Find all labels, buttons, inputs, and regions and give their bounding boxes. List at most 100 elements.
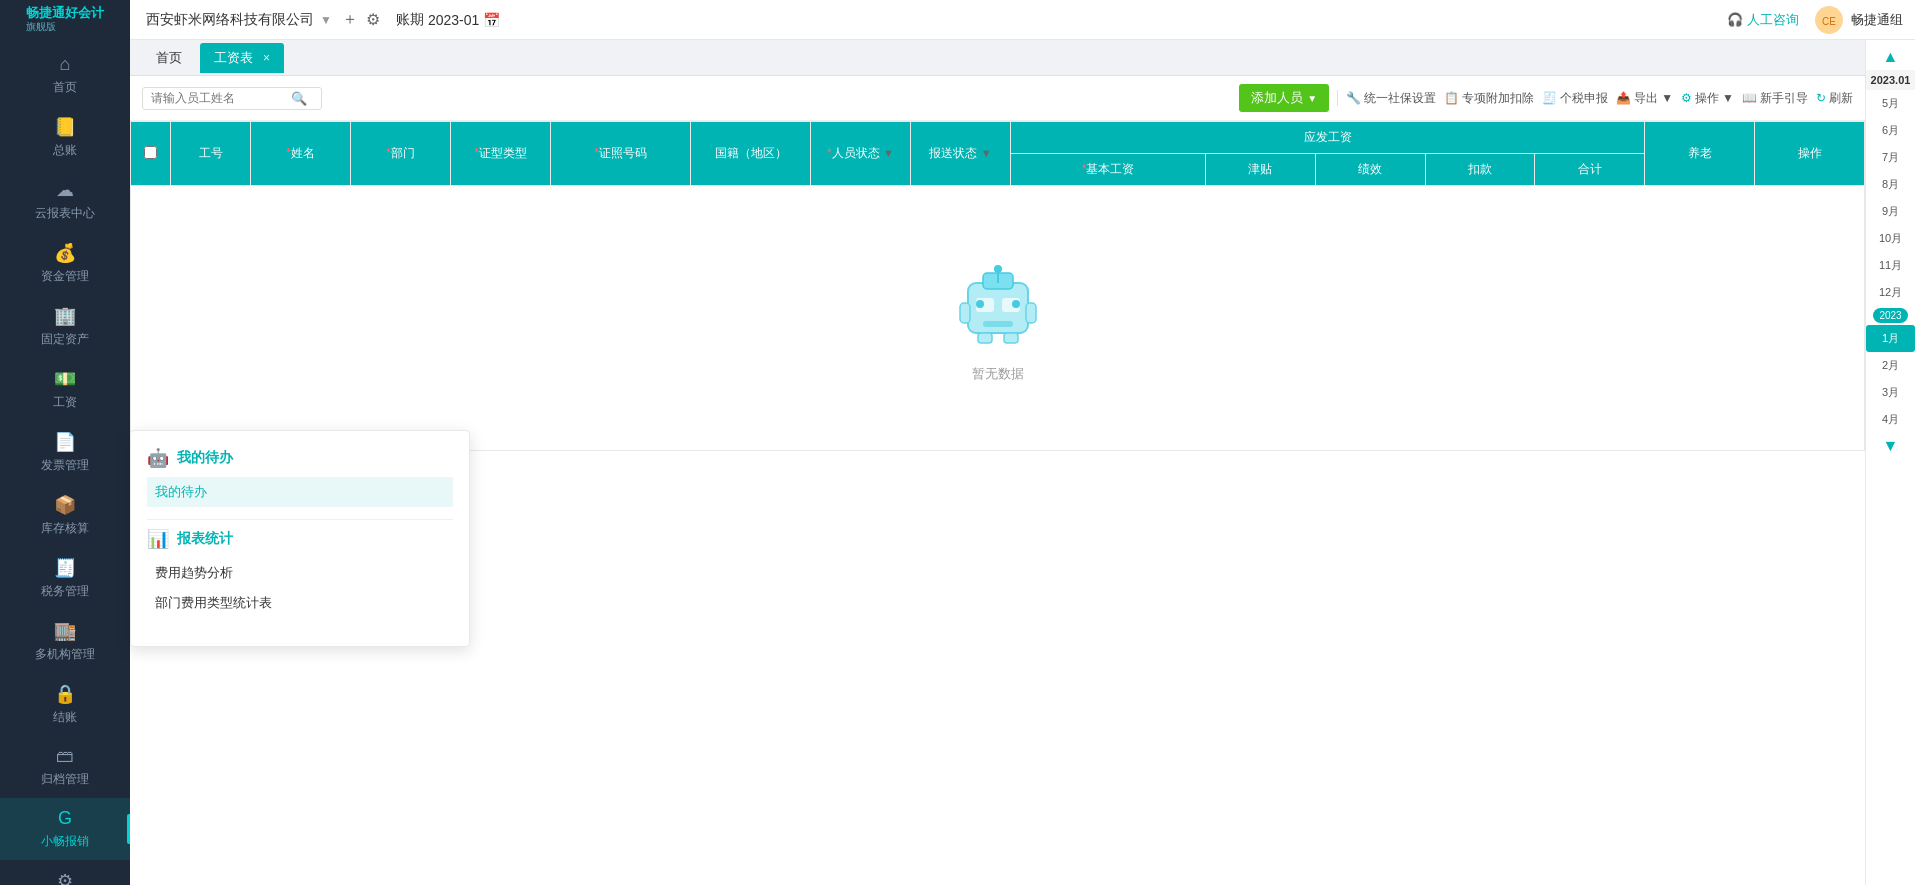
close-book-icon: 🔒: [54, 683, 76, 705]
export-label: 导出: [1634, 90, 1658, 107]
empty-text: 暂无数据: [972, 365, 1024, 383]
deduct-action[interactable]: 📋 专项附加扣除: [1444, 90, 1534, 107]
popup-section-report: 📊 报表统计 费用趋势分析 部门费用类型统计表: [147, 528, 453, 618]
tab-close-button[interactable]: ×: [263, 51, 270, 65]
company-selector[interactable]: 西安虾米网络科技有限公司 ▼: [146, 11, 332, 29]
month-item-10[interactable]: 10月: [1866, 225, 1915, 252]
service-link[interactable]: 🎧 人工咨询: [1727, 11, 1799, 29]
month-item-3[interactable]: 3月: [1866, 379, 1915, 406]
operation-icon: ⚙: [1681, 91, 1692, 105]
svg-rect-12: [1026, 303, 1036, 323]
tab-home[interactable]: 首页: [142, 43, 196, 73]
dept-required: *: [386, 146, 391, 160]
svg-point-8: [976, 300, 984, 308]
col-subsidy-header: 津贴: [1205, 154, 1315, 186]
popup-item-trend[interactable]: 费用趋势分析: [147, 558, 453, 588]
col-performance-header: 绩效: [1315, 154, 1425, 186]
period-info: 账期 2023-01 📅: [396, 11, 500, 29]
idnum-required: *: [594, 146, 599, 160]
sidebar-item-fixed[interactable]: 🏢 固定资产: [0, 295, 130, 358]
sidebar-item-tax[interactable]: 🧾 税务管理: [0, 547, 130, 610]
top-right: 🎧 人工咨询 CE 畅捷通组: [1727, 6, 1903, 34]
col-dept-header: *部门: [351, 122, 451, 186]
add-button[interactable]: ＋: [342, 9, 358, 30]
year-badge-2023: 2023: [1873, 308, 1907, 323]
col-number-header: 工号: [171, 122, 251, 186]
report-filter-icon[interactable]: ▼: [981, 147, 992, 159]
mytodo-label: 我的待办: [155, 484, 207, 499]
avatar: CE: [1815, 6, 1843, 34]
sidebar-item-xiaochang[interactable]: G 小畅报销: [0, 798, 130, 860]
sidebar-item-multi[interactable]: 🏬 多机构管理: [0, 610, 130, 673]
tab-home-label: 首页: [156, 49, 182, 67]
popup-item-mytodo[interactable]: 我的待办: [147, 477, 453, 507]
guide-action-icon: 📖: [1742, 91, 1757, 105]
sidebar: ⌂ 首页 📒 总账 ☁ 云报表中心 💰 资金管理 🏢 固定资产 💵 工资 📄 发…: [0, 40, 130, 885]
month-item-5[interactable]: 5月: [1866, 90, 1915, 117]
month-item-12[interactable]: 12月: [1866, 279, 1915, 306]
sidebar-item-archive[interactable]: 🗃 归档管理: [0, 736, 130, 798]
social-action[interactable]: 🔧 统一社保设置: [1346, 90, 1436, 107]
month-item-8[interactable]: 8月: [1866, 171, 1915, 198]
tab-salary-label: 工资表: [214, 49, 253, 67]
month-item-6[interactable]: 6月: [1866, 117, 1915, 144]
export-arrow: ▼: [1661, 91, 1673, 105]
service-label: 人工咨询: [1747, 11, 1799, 29]
search-wrap: 🔍: [142, 87, 322, 110]
perstatus-filter-icon[interactable]: ▼: [883, 147, 894, 159]
col-deduction-header: 扣款: [1425, 154, 1535, 186]
year-2023-01-label: 2023.01: [1866, 70, 1915, 90]
sidebar-item-fund[interactable]: 💰 资金管理: [0, 232, 130, 295]
month-item-2[interactable]: 2月: [1866, 352, 1915, 379]
operation-label: 操作: [1695, 90, 1719, 107]
empty-cell: 暂无数据: [131, 186, 1865, 451]
add-person-dropdown-arrow: ▼: [1307, 93, 1317, 104]
operation-action[interactable]: ⚙ 操作 ▼: [1681, 90, 1734, 107]
empty-icon: [948, 253, 1048, 353]
refresh-label: 刷新: [1829, 90, 1853, 107]
deduct-icon: 📋: [1444, 91, 1459, 105]
tab-salary[interactable]: 工资表 ×: [200, 43, 284, 73]
add-person-button[interactable]: 添加人员 ▼: [1239, 84, 1329, 112]
sidebar-item-close[interactable]: 🔒 结账: [0, 673, 130, 736]
settings-button[interactable]: ⚙: [366, 10, 380, 29]
export-action[interactable]: 📤 导出 ▼: [1616, 90, 1673, 107]
svg-text:CE: CE: [1822, 16, 1836, 27]
select-all-checkbox[interactable]: [144, 146, 157, 159]
month-item-4[interactable]: 4月: [1866, 406, 1915, 433]
guide-action[interactable]: 📖 新手引导: [1742, 90, 1808, 107]
tax-action[interactable]: 🧾 个税申报: [1542, 90, 1608, 107]
month-item-1-active[interactable]: 1月: [1866, 325, 1915, 352]
headset-icon: 🎧: [1727, 12, 1743, 27]
username: 畅捷通组: [1851, 11, 1903, 29]
popup-item-dept[interactable]: 部门费用类型统计表: [147, 588, 453, 618]
sidebar-item-inventory[interactable]: 📦 库存核算: [0, 484, 130, 547]
month-item-11[interactable]: 11月: [1866, 252, 1915, 279]
sidebar-item-home[interactable]: ⌂ 首页: [0, 44, 130, 106]
col-region-header: 国籍（地区）: [691, 122, 811, 186]
ledger-icon: 📒: [54, 116, 76, 138]
sidebar-item-salary[interactable]: 💵 工资: [0, 358, 130, 421]
col-perstatus-header: *人员状态 ▼: [811, 122, 911, 186]
sidebar-item-ledger[interactable]: 📒 总账: [0, 106, 130, 169]
svg-point-9: [1012, 300, 1020, 308]
svg-rect-13: [978, 333, 992, 343]
sidebar-item-cloud[interactable]: ☁ 云报表中心: [0, 169, 130, 232]
todo-section-icon: 🤖: [147, 447, 169, 469]
calendar-icon[interactable]: 📅: [483, 12, 500, 28]
month-item-9[interactable]: 9月: [1866, 198, 1915, 225]
user-info[interactable]: CE 畅捷通组: [1815, 6, 1903, 34]
month-item-7[interactable]: 7月: [1866, 144, 1915, 171]
month-nav-down[interactable]: ▼: [1883, 433, 1899, 459]
refresh-action[interactable]: ↻ 刷新: [1816, 90, 1853, 107]
sidebar-item-basic[interactable]: ⚙ 基础设置: [0, 860, 130, 885]
search-input[interactable]: [151, 91, 291, 105]
app-name: 畅捷通好会计: [26, 5, 104, 21]
col-basic-salary-header: *基本工资: [1011, 154, 1206, 186]
export-icon: 📤: [1616, 91, 1631, 105]
month-nav-up[interactable]: ▲: [1883, 44, 1899, 70]
period-label: 账期: [396, 11, 424, 29]
svg-rect-14: [1004, 333, 1018, 343]
perstatus-required: *: [827, 146, 832, 160]
sidebar-item-invoice[interactable]: 📄 发票管理: [0, 421, 130, 484]
